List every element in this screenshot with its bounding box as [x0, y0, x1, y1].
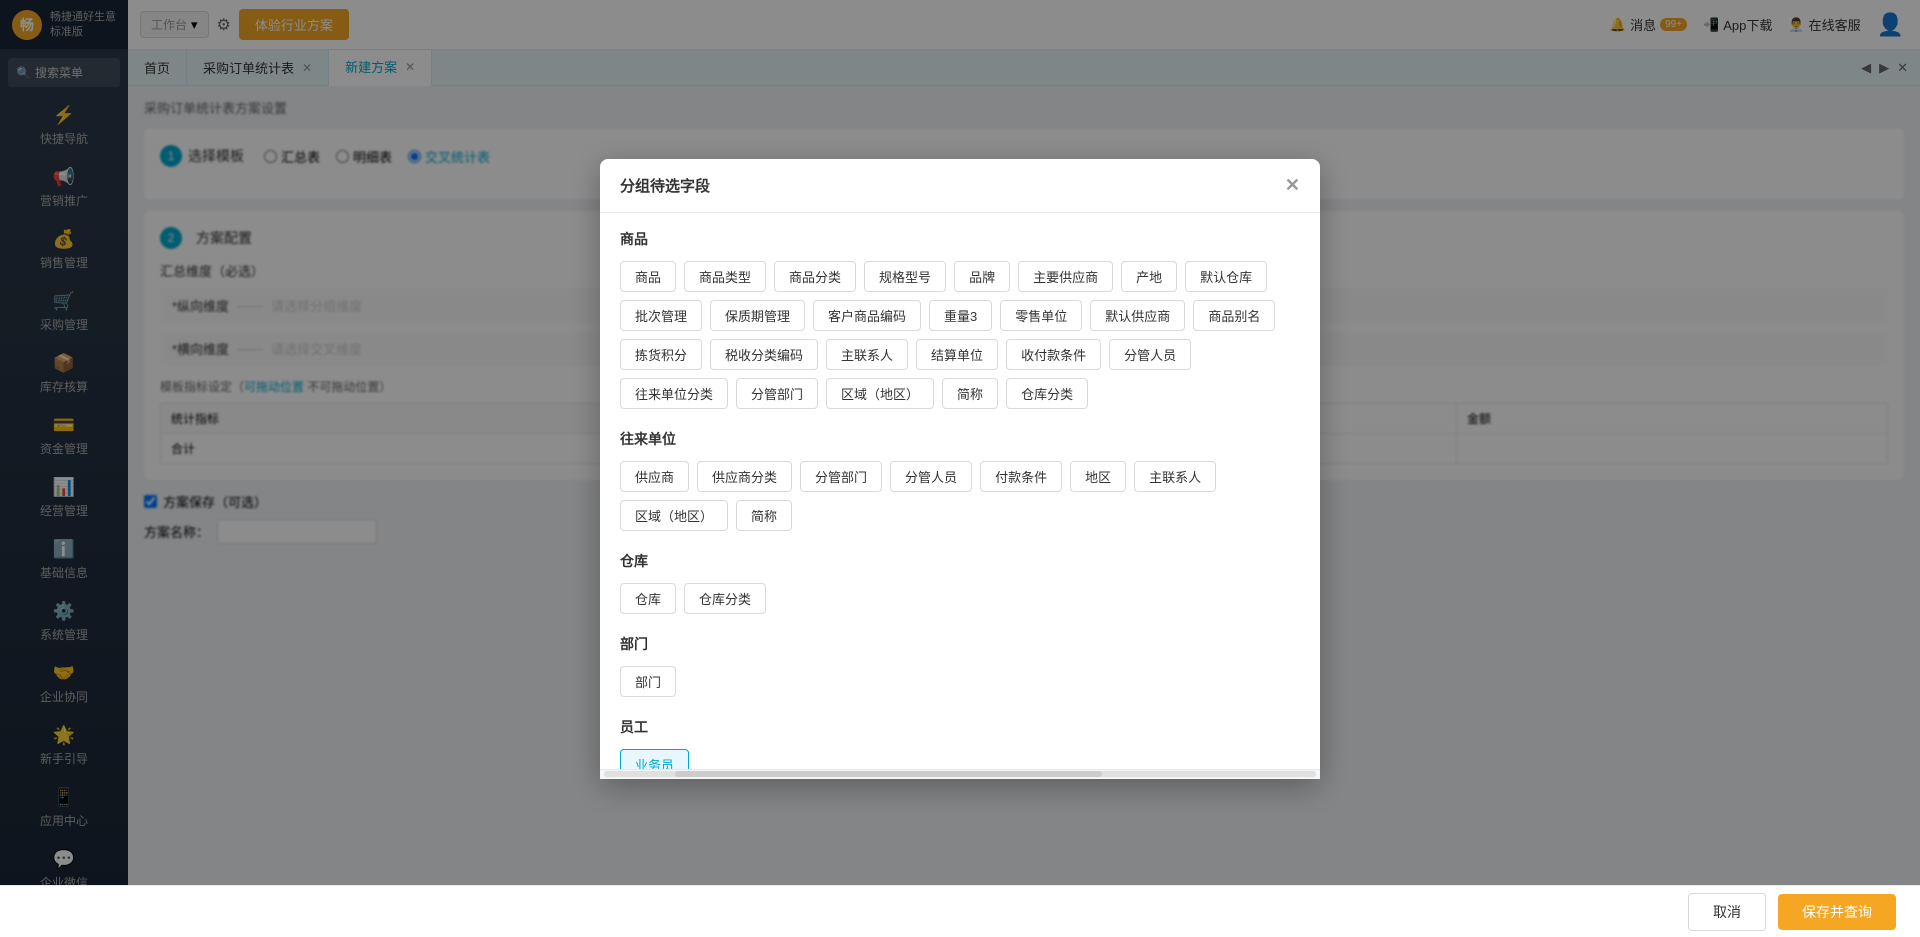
field-tag[interactable]: 供应商 [620, 461, 689, 492]
section-department: 部门 部门 [620, 634, 1300, 697]
field-tag[interactable]: 税收分类编码 [710, 339, 818, 370]
field-tag[interactable]: 默认仓库 [1185, 261, 1267, 292]
field-tag[interactable]: 分管部门 [736, 378, 818, 409]
section-goods: 商品 商品 商品类型 商品分类 规格型号 品牌 主要供应商 产地 默认仓库 批次… [620, 229, 1300, 409]
section-employee: 员工 业务员 [620, 717, 1300, 770]
hscroll-thumb [675, 771, 1102, 777]
section-partner: 往来单位 供应商 供应商分类 分管部门 分管人员 付款条件 地区 主联系人 区域… [620, 429, 1300, 531]
section-goods-title: 商品 [620, 229, 1300, 249]
field-tag[interactable]: 收付款条件 [1006, 339, 1101, 370]
section-employee-title: 员工 [620, 717, 1300, 737]
field-tag[interactable]: 保质期管理 [710, 300, 805, 331]
field-select-dialog: 分组待选字段 ✕ 商品 商品 商品类型 商品分类 规格型号 品牌 主要供应商 产… [600, 159, 1320, 779]
section-partner-title: 往来单位 [620, 429, 1300, 449]
field-tag[interactable]: 部门 [620, 666, 676, 697]
hscroll-track [604, 771, 1316, 777]
field-tag[interactable]: 分管部门 [800, 461, 882, 492]
field-tag[interactable]: 规格型号 [864, 261, 946, 292]
field-tag[interactable]: 付款条件 [980, 461, 1062, 492]
field-tag[interactable]: 重量3 [929, 300, 992, 331]
dialog-hscrollbar[interactable] [600, 769, 1320, 778]
field-tag-selected[interactable]: 业务员 [620, 749, 689, 770]
dialog-title: 分组待选字段 [620, 175, 710, 196]
field-tag[interactable]: 分管人员 [1109, 339, 1191, 370]
section-goods-tags: 商品 商品类型 商品分类 规格型号 品牌 主要供应商 产地 默认仓库 批次管理 … [620, 261, 1300, 409]
field-tag[interactable]: 品牌 [954, 261, 1010, 292]
section-warehouse-tags: 仓库 仓库分类 [620, 583, 1300, 614]
section-warehouse-title: 仓库 [620, 551, 1300, 571]
section-partner-tags: 供应商 供应商分类 分管部门 分管人员 付款条件 地区 主联系人 区域（地区） … [620, 461, 1300, 531]
field-tag[interactable]: 区域（地区） [620, 500, 728, 531]
field-tag[interactable]: 主联系人 [1134, 461, 1216, 492]
field-tag[interactable]: 商品分类 [774, 261, 856, 292]
field-tag[interactable]: 商品 [620, 261, 676, 292]
field-tag[interactable]: 产地 [1121, 261, 1177, 292]
cancel-button[interactable]: 取消 [1688, 893, 1766, 931]
field-tag[interactable]: 供应商分类 [697, 461, 792, 492]
section-employee-tags: 业务员 [620, 749, 1300, 770]
save-query-button[interactable]: 保存并查询 [1778, 894, 1896, 930]
field-tag[interactable]: 零售单位 [1000, 300, 1082, 331]
field-tag[interactable]: 结算单位 [916, 339, 998, 370]
section-department-title: 部门 [620, 634, 1300, 654]
field-tag[interactable]: 地区 [1070, 461, 1126, 492]
section-warehouse: 仓库 仓库 仓库分类 [620, 551, 1300, 614]
field-tag[interactable]: 商品类型 [684, 261, 766, 292]
field-tag[interactable]: 商品别名 [1193, 300, 1275, 331]
bottom-bar: 取消 保存并查询 [0, 885, 1920, 937]
field-tag[interactable]: 主联系人 [826, 339, 908, 370]
field-tag[interactable]: 仓库 [620, 583, 676, 614]
dialog-header: 分组待选字段 ✕ [600, 159, 1320, 213]
dialog-close-button[interactable]: ✕ [1285, 175, 1300, 196]
field-tag[interactable]: 客户商品编码 [813, 300, 921, 331]
field-tag[interactable]: 仓库分类 [1006, 378, 1088, 409]
field-tag[interactable]: 默认供应商 [1090, 300, 1185, 331]
field-tag[interactable]: 分管人员 [890, 461, 972, 492]
field-tag[interactable]: 仓库分类 [684, 583, 766, 614]
field-tag[interactable]: 简称 [942, 378, 998, 409]
field-tag[interactable]: 主要供应商 [1018, 261, 1113, 292]
field-tag[interactable]: 区域（地区） [826, 378, 934, 409]
field-tag[interactable]: 批次管理 [620, 300, 702, 331]
field-tag[interactable]: 往来单位分类 [620, 378, 728, 409]
field-tag[interactable]: 拣货积分 [620, 339, 702, 370]
field-tag[interactable]: 简称 [736, 500, 792, 531]
section-department-tags: 部门 [620, 666, 1300, 697]
dialog-body: 商品 商品 商品类型 商品分类 规格型号 品牌 主要供应商 产地 默认仓库 批次… [600, 213, 1320, 770]
